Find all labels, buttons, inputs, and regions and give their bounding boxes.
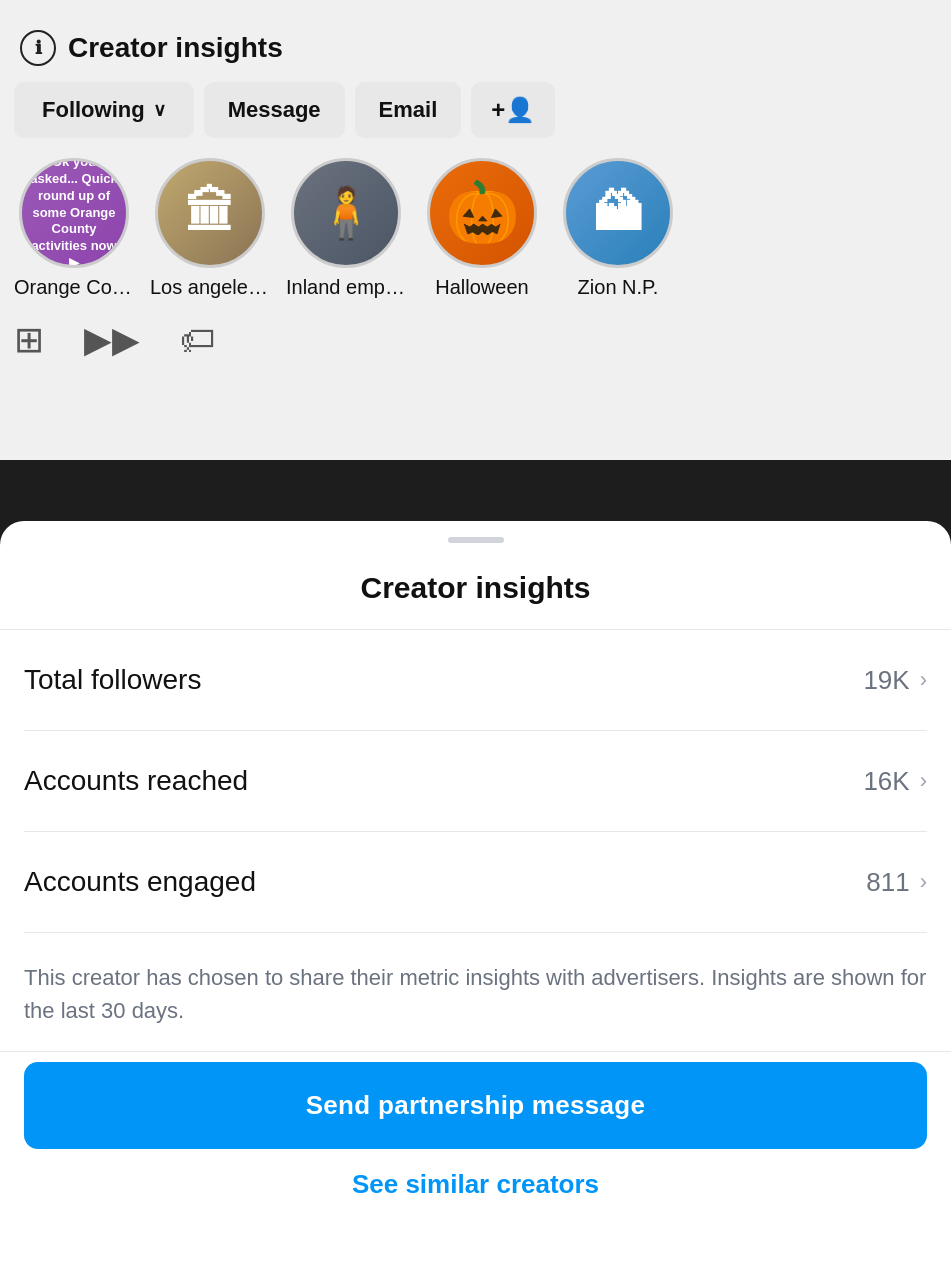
total-followers-value: 19K	[863, 665, 909, 696]
highlight-halloween[interactable]: 🎃 Halloween	[422, 158, 542, 299]
cta-section: Send partnership message See similar cre…	[0, 1052, 951, 1240]
background-profile: ℹ Creator insights Following ∨ Message E…	[0, 0, 951, 460]
total-followers-label: Total followers	[24, 664, 201, 696]
following-label: Following	[42, 97, 145, 123]
highlight-los-angeles[interactable]: 🏛 Los angeles...	[150, 158, 270, 299]
halloween-icon: 🎃	[445, 183, 520, 243]
modal-title: Creator insights	[0, 563, 951, 629]
highlight-zion[interactable]: 🏔 Zion N.P.	[558, 158, 678, 299]
total-followers-value-row: 19K ›	[863, 665, 927, 696]
highlight-inland-empire[interactable]: 🧍 Inland empire	[286, 158, 406, 299]
chevron-down-icon: ∨	[153, 99, 166, 121]
total-followers-row[interactable]: Total followers 19K ›	[24, 630, 927, 731]
highlights-row: Ok you asked... Quick round up of some O…	[0, 158, 951, 299]
highlight-circle-inland-empire: 🧍	[291, 158, 401, 268]
add-person-button[interactable]: +👤	[471, 82, 555, 138]
message-label: Message	[228, 97, 321, 123]
highlight-orange-county[interactable]: Ok you asked... Quick round up of some O…	[14, 158, 134, 299]
see-similar-creators-button[interactable]: See similar creators	[24, 1149, 927, 1220]
accounts-reached-value-row: 16K ›	[863, 766, 927, 797]
accounts-reached-chevron-icon: ›	[920, 768, 927, 794]
post-grid-area: ⊞ ▶▶ 🏷	[0, 299, 951, 361]
accounts-reached-row[interactable]: Accounts reached 16K ›	[24, 731, 927, 832]
disclaimer-text: This creator has chosen to share their m…	[0, 933, 951, 1051]
info-icon: ℹ	[20, 30, 56, 66]
email-label: Email	[379, 97, 438, 123]
highlight-circle-zion: 🏔	[563, 158, 673, 268]
email-button[interactable]: Email	[355, 82, 462, 138]
header-title: Creator insights	[68, 32, 283, 64]
following-button[interactable]: Following ∨	[14, 82, 194, 138]
accounts-engaged-value-row: 811 ›	[866, 867, 927, 898]
message-button[interactable]: Message	[204, 82, 345, 138]
highlight-label-halloween: Halloween	[422, 276, 542, 299]
reels-icon: ▶▶	[84, 319, 140, 361]
total-followers-chevron-icon: ›	[920, 667, 927, 693]
highlight-label-zion: Zion N.P.	[558, 276, 678, 299]
accounts-engaged-chevron-icon: ›	[920, 869, 927, 895]
highlight-label-los-angeles: Los angeles...	[150, 276, 270, 299]
accounts-engaged-row[interactable]: Accounts engaged 811 ›	[24, 832, 927, 933]
tagged-icon: 🏷	[180, 319, 216, 361]
see-similar-label: See similar creators	[352, 1169, 599, 1199]
metrics-list: Total followers 19K › Accounts reached 1…	[0, 630, 951, 933]
highlight-label-inland-empire: Inland empire	[286, 276, 406, 299]
accounts-reached-value: 16K	[863, 766, 909, 797]
accounts-reached-label: Accounts reached	[24, 765, 248, 797]
action-buttons-row: Following ∨ Message Email +👤	[0, 82, 951, 138]
creator-insights-modal: Creator insights Total followers 19K › A…	[0, 521, 951, 1280]
highlight-circle-orange-county: Ok you asked... Quick round up of some O…	[19, 158, 129, 268]
accounts-engaged-label: Accounts engaged	[24, 866, 256, 898]
accounts-engaged-value: 811	[866, 867, 909, 898]
add-person-icon: +👤	[491, 96, 535, 124]
highlight-circle-halloween: 🎃	[427, 158, 537, 268]
top-bar: ℹ Creator insights	[0, 0, 951, 82]
drag-handle[interactable]	[448, 537, 504, 543]
send-partnership-label: Send partnership message	[306, 1090, 646, 1120]
send-partnership-button[interactable]: Send partnership message	[24, 1062, 927, 1149]
grid-view-icon: ⊞	[14, 319, 44, 361]
highlight-circle-los-angeles: 🏛	[155, 158, 265, 268]
highlight-label-orange-county: Orange Cou...	[14, 276, 134, 299]
